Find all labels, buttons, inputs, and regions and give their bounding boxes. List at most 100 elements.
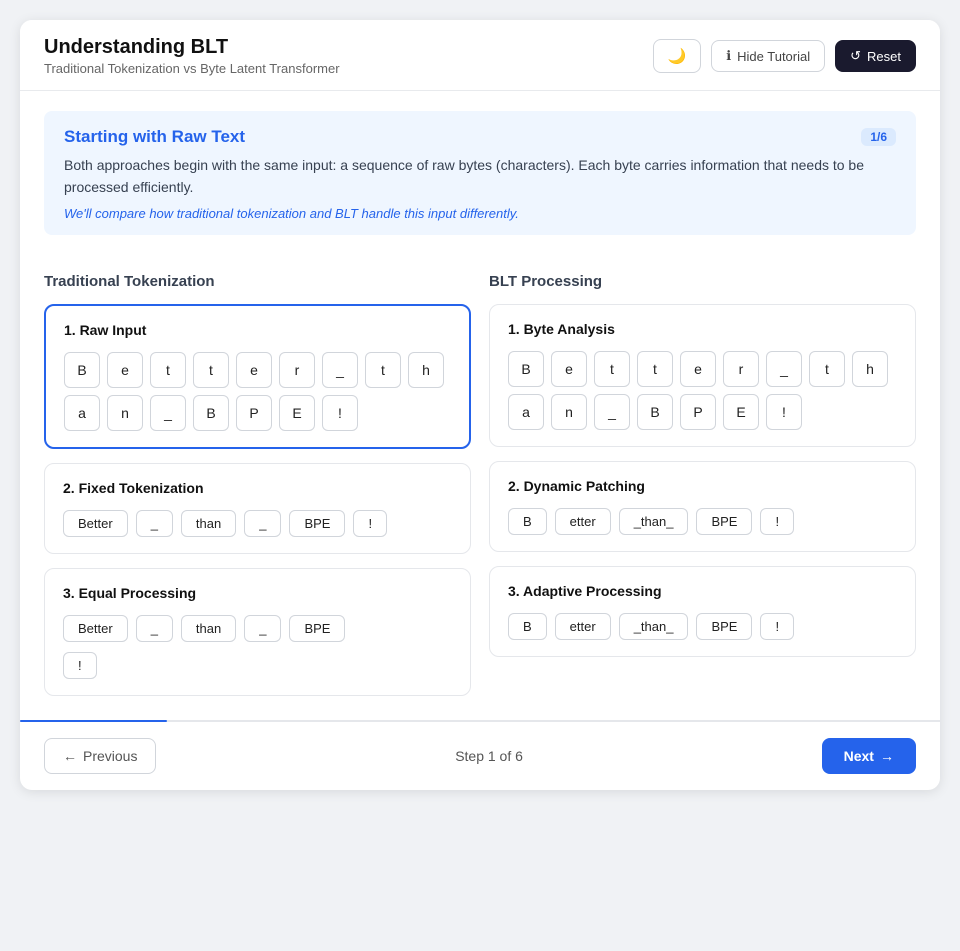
fixed-tokens: Better _ than _ BPE !: [63, 510, 452, 537]
previous-button[interactable]: ← Previous: [44, 738, 156, 774]
token-underscore1: _: [136, 510, 173, 537]
token-exclaim: !: [353, 510, 387, 537]
byte-a: a: [64, 395, 100, 431]
hide-tutorial-button[interactable]: ℹ Hide Tutorial: [711, 40, 825, 72]
step-badge: 1/6: [861, 128, 896, 146]
fixed-tokenization-title: 2. Fixed Tokenization: [63, 480, 452, 496]
top-bar-right: 🌙 ℹ Hide Tutorial ↺ Reset: [653, 39, 917, 73]
bottom-bar: ← Previous Step 1 of 6 Next →: [20, 720, 940, 790]
equal-processing-panel: 3. Equal Processing Better _ than _ BPE …: [44, 568, 471, 696]
reset-icon: ↺: [850, 48, 861, 64]
byte-B: B: [64, 352, 100, 388]
token-bpe: BPE: [289, 510, 345, 537]
app-subtitle: Traditional Tokenization vs Byte Latent …: [44, 61, 340, 76]
adaptive-processing-title: 3. Adaptive Processing: [508, 583, 897, 599]
byte-exclaim: !: [322, 395, 358, 431]
ba-byte-e2: e: [680, 351, 716, 387]
ba-byte-t2: t: [637, 351, 673, 387]
previous-label: Previous: [83, 748, 137, 764]
byte-underscore1: _: [322, 352, 358, 388]
bottom-nav: ← Previous Step 1 of 6 Next →: [20, 722, 940, 790]
left-col-title: Traditional Tokenization: [44, 273, 471, 290]
ba-byte-a: a: [508, 394, 544, 430]
ba-byte-n: n: [551, 394, 587, 430]
main-grid: Traditional Tokenization 1. Raw Input B …: [44, 253, 916, 710]
byte-analysis-panel: 1. Byte Analysis B e t t e r _ t h a n _: [489, 304, 916, 447]
ap-token-B: B: [508, 613, 547, 640]
ba-byte-B: B: [508, 351, 544, 387]
raw-input-panel: 1. Raw Input B e t t e r _ t h a n _: [44, 304, 471, 449]
content-area: Starting with Raw Text 1/6 Both approach…: [20, 91, 940, 710]
token-than: than: [181, 510, 236, 537]
fixed-tokenization-panel: 2. Fixed Tokenization Better _ than _ BP…: [44, 463, 471, 554]
ba-byte-h: h: [852, 351, 888, 387]
ep-token-than: than: [181, 615, 236, 642]
adaptive-tokens: B etter _than_ BPE !: [508, 613, 897, 640]
step-banner: Starting with Raw Text 1/6 Both approach…: [44, 111, 916, 235]
ba-byte-P: P: [680, 394, 716, 430]
dp-token-than: _than_: [619, 508, 689, 535]
ap-token-than: _than_: [619, 613, 689, 640]
ba-byte-underscore1: _: [766, 351, 802, 387]
step-header: Starting with Raw Text 1/6: [64, 127, 896, 147]
step-indicator: Step 1 of 6: [455, 748, 523, 764]
ap-token-exclaim: !: [760, 613, 794, 640]
byte-t2: t: [193, 352, 229, 388]
byte-n: n: [107, 395, 143, 431]
byte-e: e: [107, 352, 143, 388]
dp-token-etter: etter: [555, 508, 611, 535]
ba-byte-E: E: [723, 394, 759, 430]
ep-token-underscore1: _: [136, 615, 173, 642]
dynamic-tokens: B etter _than_ BPE !: [508, 508, 897, 535]
ba-byte-underscore2: _: [594, 394, 630, 430]
byte-h: h: [408, 352, 444, 388]
raw-input-bytes: B e t t e r _ t h a n _ B P E: [64, 352, 451, 431]
dark-mode-button[interactable]: 🌙: [653, 39, 702, 73]
byte-r: r: [279, 352, 315, 388]
next-button[interactable]: Next →: [822, 738, 916, 774]
reset-label: Reset: [867, 49, 901, 64]
step-note: We'll compare how traditional tokenizati…: [64, 206, 896, 221]
ap-token-etter: etter: [555, 613, 611, 640]
ba-byte-exclaim: !: [766, 394, 802, 430]
adaptive-processing-panel: 3. Adaptive Processing B etter _than_ BP…: [489, 566, 916, 657]
step-description: Both approaches begin with the same inpu…: [64, 155, 896, 198]
step-title: Starting with Raw Text: [64, 127, 245, 147]
top-bar: Understanding BLT Traditional Tokenizati…: [20, 20, 940, 91]
left-arrow-icon: ←: [63, 748, 77, 764]
byte-B2: B: [193, 395, 229, 431]
reset-button[interactable]: ↺ Reset: [835, 40, 916, 72]
byte-analysis-bytes: B e t t e r _ t h a n _ B P E: [508, 351, 897, 430]
app-container: Understanding BLT Traditional Tokenizati…: [20, 20, 940, 790]
byte-P: P: [236, 395, 272, 431]
ba-byte-t1: t: [594, 351, 630, 387]
ep-token-better: Better: [63, 615, 128, 642]
moon-icon: 🌙: [668, 47, 687, 65]
byte-e2: e: [236, 352, 272, 388]
equal-tokens: Better _ than _ BPE: [63, 615, 452, 642]
right-arrow-icon: →: [880, 748, 894, 764]
dp-token-B: B: [508, 508, 547, 535]
ba-byte-t3: t: [809, 351, 845, 387]
byte-t1: t: [150, 352, 186, 388]
right-column: BLT Processing 1. Byte Analysis B e t t …: [489, 273, 916, 710]
byte-analysis-title: 1. Byte Analysis: [508, 321, 897, 337]
raw-input-title: 1. Raw Input: [64, 322, 451, 338]
byte-E: E: [279, 395, 315, 431]
ba-byte-r: r: [723, 351, 759, 387]
top-bar-left: Understanding BLT Traditional Tokenizati…: [44, 36, 340, 76]
hide-tutorial-label: Hide Tutorial: [737, 49, 810, 64]
token-underscore2: _: [244, 510, 281, 537]
ep-token-exclaim: !: [63, 652, 97, 679]
ba-byte-B2: B: [637, 394, 673, 430]
app-title: Understanding BLT: [44, 36, 340, 59]
right-col-title: BLT Processing: [489, 273, 916, 290]
equal-processing-title: 3. Equal Processing: [63, 585, 452, 601]
ba-byte-e: e: [551, 351, 587, 387]
ep-token-bpe: BPE: [289, 615, 345, 642]
dynamic-patching-title: 2. Dynamic Patching: [508, 478, 897, 494]
equal-tokens-row2: !: [63, 652, 452, 679]
dynamic-patching-panel: 2. Dynamic Patching B etter _than_ BPE !: [489, 461, 916, 552]
byte-underscore2: _: [150, 395, 186, 431]
dp-token-exclaim: !: [760, 508, 794, 535]
